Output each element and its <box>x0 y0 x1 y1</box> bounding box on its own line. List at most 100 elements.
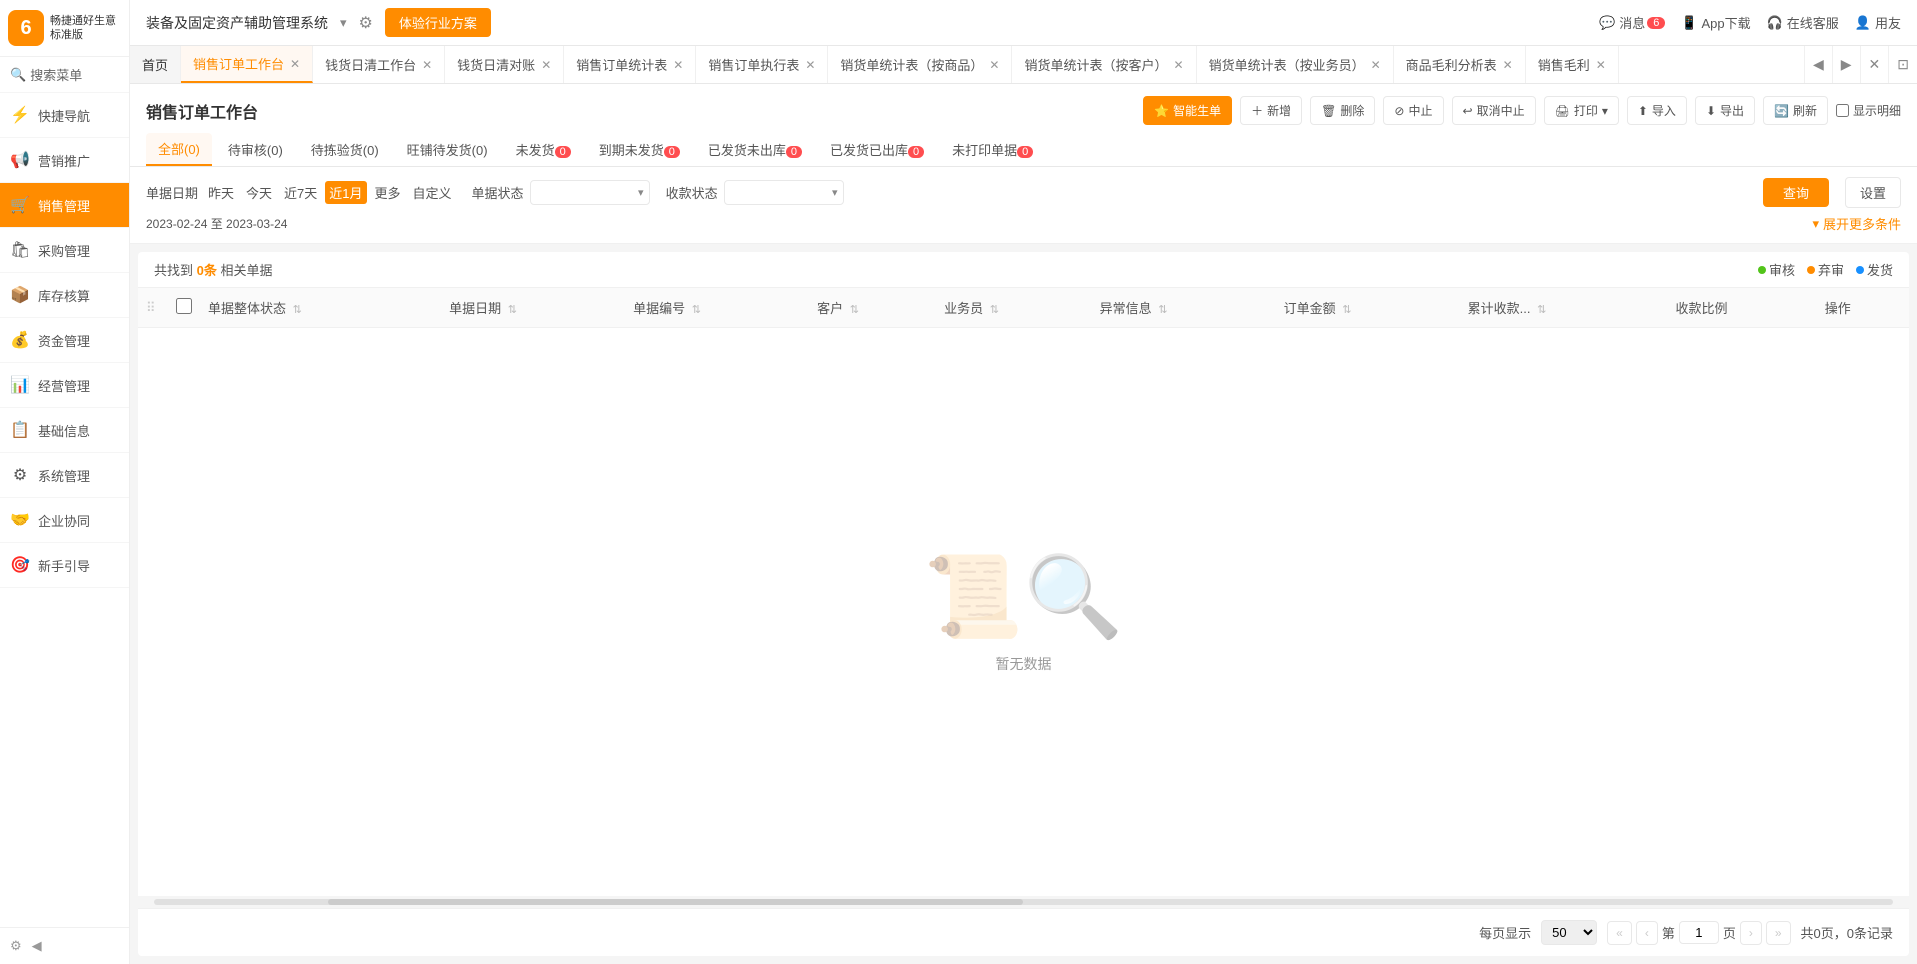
anti-review-action-button[interactable]: 弃审 <box>1807 260 1844 279</box>
smart-create-button[interactable]: ⭐ 智能生单 <box>1143 96 1232 125</box>
messages-button[interactable]: 💬 消息 6 <box>1599 13 1665 32</box>
tab-close-icon[interactable]: ✕ <box>1174 58 1184 72</box>
th-date[interactable]: 单据日期 ⇅ <box>441 288 625 328</box>
sidebar-item-marketing[interactable]: 📢 营销推广 <box>0 138 129 183</box>
tab-close-icon[interactable]: ✕ <box>422 58 432 72</box>
tab-close-icon[interactable]: ✕ <box>541 58 551 72</box>
tab-home[interactable]: 首页 <box>130 46 181 83</box>
prev-page-button[interactable]: ‹ <box>1636 921 1658 945</box>
status-select[interactable] <box>530 180 650 205</box>
online-service-button[interactable]: 🎧 在线客服 <box>1767 13 1839 32</box>
stop-button[interactable]: ⊘ 中止 <box>1383 96 1443 125</box>
last-page-button[interactable]: » <box>1766 921 1791 945</box>
subtab-unshipped[interactable]: 未发货0 <box>504 134 583 165</box>
tab-expand-button[interactable]: ⊡ <box>1888 46 1917 84</box>
setting-button[interactable]: 设置 <box>1845 177 1901 208</box>
date-link-7days[interactable]: 近7天 <box>280 181 321 204</box>
subtab-shipped-out[interactable]: 已发货已出库0 <box>818 134 936 165</box>
payment-select[interactable] <box>724 180 844 205</box>
subtab-shipped-not-out[interactable]: 已发货未出库0 <box>696 134 814 165</box>
solution-button[interactable]: 体验行业方案 <box>385 8 491 37</box>
tab-cash-reconcile[interactable]: 钱货日清对账 ✕ <box>445 46 564 83</box>
sidebar-collapse-icon[interactable]: ◀ <box>32 938 42 954</box>
scrollbar-thumb[interactable] <box>328 899 1024 905</box>
refresh-button[interactable]: 🔄 刷新 <box>1763 96 1828 125</box>
tab-sales-profit[interactable]: 销售毛利 ✕ <box>1526 46 1619 83</box>
date-link-today[interactable]: 今天 <box>242 181 276 204</box>
subtab-wangpu[interactable]: 旺铺待发货(0) <box>395 134 500 165</box>
subtab-pending-review[interactable]: 待审核(0) <box>216 134 295 165</box>
sidebar-item-operations[interactable]: 📊 经营管理 <box>0 363 129 408</box>
tab-close-icon[interactable]: ✕ <box>1371 58 1381 72</box>
select-all-checkbox[interactable] <box>176 298 192 314</box>
date-link-more[interactable]: 更多 <box>371 181 405 204</box>
export-button[interactable]: ⬇ 导出 <box>1695 96 1755 125</box>
tab-profit[interactable]: 商品毛利分析表 ✕ <box>1394 46 1526 83</box>
sidebar-item-inventory[interactable]: 📦 库存核算 <box>0 273 129 318</box>
date-link-1month[interactable]: 近1月 <box>325 181 366 204</box>
sidebar-item-label: 库存核算 <box>38 286 90 305</box>
sidebar-settings-icon[interactable]: ⚙ <box>10 938 22 954</box>
ship-action-button[interactable]: 发货 <box>1856 260 1893 279</box>
subtab-unprinted[interactable]: 未打印单据0 <box>940 134 1045 165</box>
review-action-button[interactable]: 审核 <box>1758 260 1795 279</box>
subtab-pending-check[interactable]: 待拣验货(0) <box>299 134 391 165</box>
tab-sales-by-staff[interactable]: 销货单统计表（按业务员） ✕ <box>1197 46 1394 83</box>
sidebar-item-base[interactable]: 📋 基础信息 <box>0 408 129 453</box>
new-button[interactable]: ＋ 新增 <box>1240 96 1302 125</box>
cancel-stop-button[interactable]: ↩ 取消中止 <box>1452 96 1536 125</box>
tab-next-button[interactable]: ▶ <box>1832 46 1860 84</box>
subtab-all[interactable]: 全部(0) <box>146 133 212 166</box>
search-button[interactable]: 查询 <box>1763 178 1829 207</box>
scrollbar-area[interactable] <box>138 896 1909 908</box>
tab-close-icon[interactable]: ✕ <box>989 58 999 72</box>
tab-close-icon[interactable]: ✕ <box>290 57 300 71</box>
page-input[interactable] <box>1679 921 1719 944</box>
tab-sales-workbench[interactable]: 销售订单工作台 ✕ <box>181 46 313 83</box>
next-page-button[interactable]: › <box>1740 921 1762 945</box>
tab-sales-by-customer[interactable]: 销货单统计表（按客户） ✕ <box>1012 46 1196 83</box>
page-size-select[interactable]: 10 20 50 100 <box>1541 920 1597 945</box>
tab-close-icon[interactable]: ✕ <box>1596 58 1606 72</box>
topbar-gear-icon[interactable]: ⚙ <box>359 13 373 33</box>
th-status[interactable]: 单据整体状态 ⇅ <box>200 288 441 328</box>
topbar-dropdown-arrow[interactable]: ▾ <box>340 15 347 31</box>
print-button[interactable]: 🖨 打印 ▾ <box>1544 96 1619 125</box>
sidebar-search[interactable]: 🔍 搜索菜单 <box>0 57 129 93</box>
user-button[interactable]: 👤 用友 <box>1855 13 1901 32</box>
delete-button[interactable]: 🗑 删除 <box>1310 96 1375 125</box>
sort-arrows-number: ⇅ <box>692 304 701 316</box>
tab-sales-exec[interactable]: 销售订单执行表 ✕ <box>696 46 828 83</box>
tab-close-icon[interactable]: ✕ <box>673 58 683 72</box>
sidebar-item-guide[interactable]: 🎯 新手引导 <box>0 543 129 588</box>
expand-filter-button[interactable]: ▾ 展开更多条件 <box>1812 214 1901 233</box>
sidebar-item-system[interactable]: ⚙ 系统管理 <box>0 453 129 498</box>
sidebar-item-quick-nav[interactable]: ⚡ 快捷导航 <box>0 93 129 138</box>
date-link-yesterday[interactable]: 昨天 <box>204 181 238 204</box>
th-customer[interactable]: 客户 ⇅ <box>809 288 936 328</box>
tab-cash-daily[interactable]: 钱货日清工作台 ✕ <box>313 46 445 83</box>
sidebar-item-purchase[interactable]: 🛍 采购管理 <box>0 228 129 273</box>
th-abnormal[interactable]: 异常信息 ⇅ <box>1092 288 1276 328</box>
show-detail-checkbox[interactable] <box>1836 104 1849 117</box>
date-link-custom[interactable]: 自定义 <box>409 181 456 204</box>
th-salesperson[interactable]: 业务员 ⇅ <box>936 288 1091 328</box>
tab-close-icon[interactable]: ✕ <box>805 58 815 72</box>
tab-close-all-button[interactable]: ✕ <box>1860 46 1889 84</box>
app-download-button[interactable]: 📱 App下载 <box>1681 13 1750 32</box>
sidebar-item-sales[interactable]: 🛒 销售管理 <box>0 183 129 228</box>
sidebar-item-finance[interactable]: 💰 资金管理 <box>0 318 129 363</box>
tab-close-icon[interactable]: ✕ <box>1503 58 1513 72</box>
show-detail-label[interactable]: 显示明细 <box>1836 102 1901 119</box>
tab-sales-by-product[interactable]: 销货单统计表（按商品） ✕ <box>828 46 1012 83</box>
th-collected[interactable]: 累计收款... ⇅ <box>1460 288 1668 328</box>
import-button[interactable]: ⬆ 导入 <box>1627 96 1687 125</box>
sidebar-item-enterprise[interactable]: 🤝 企业协同 <box>0 498 129 543</box>
tab-sales-stats[interactable]: 销售订单统计表 ✕ <box>564 46 696 83</box>
tab-prev-button[interactable]: ◀ <box>1804 46 1832 84</box>
th-amount[interactable]: 订单金额 ⇅ <box>1276 288 1460 328</box>
first-page-button[interactable]: « <box>1607 921 1632 945</box>
subtab-overdue[interactable]: 到期未发货0 <box>587 134 692 165</box>
th-number[interactable]: 单据编号 ⇅ <box>625 288 809 328</box>
operations-icon: 📊 <box>10 375 30 395</box>
